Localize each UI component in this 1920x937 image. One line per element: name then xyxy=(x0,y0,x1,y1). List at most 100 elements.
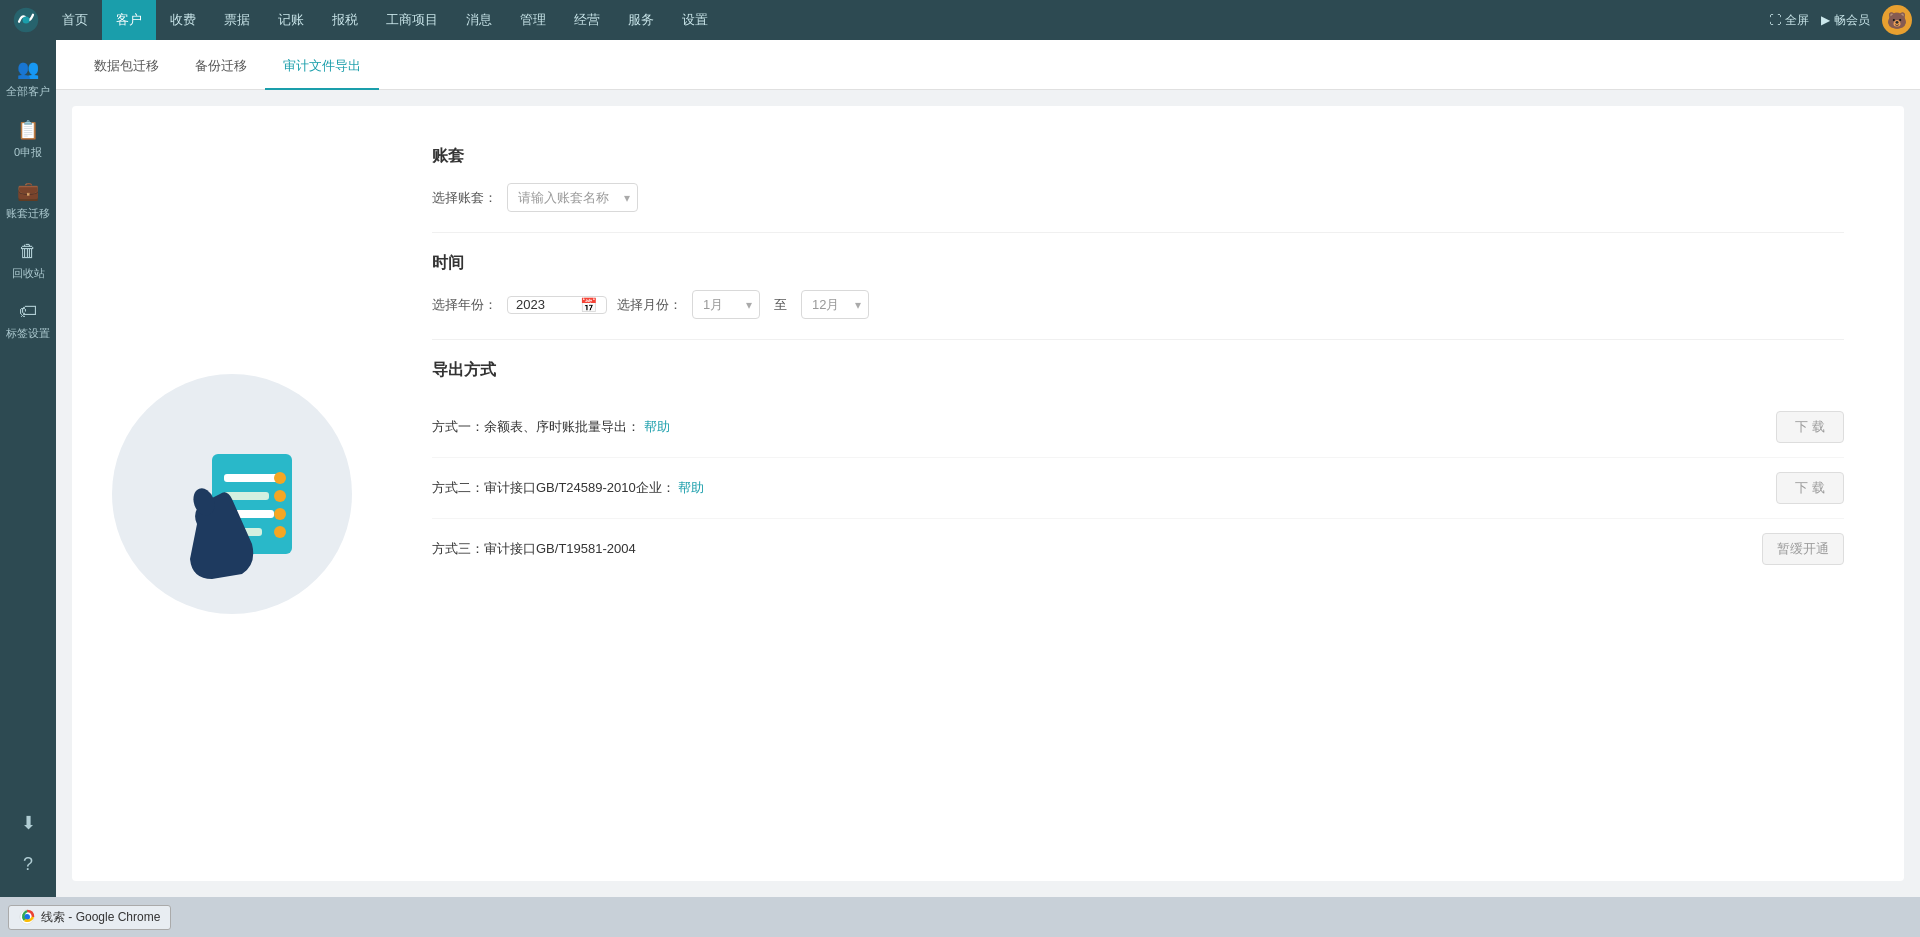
time-divider xyxy=(432,339,1844,340)
sidebar-item-tag-label: 标签设置 xyxy=(6,326,50,341)
download-icon: ⬇ xyxy=(21,812,36,834)
vip-icon: ▶ xyxy=(1821,13,1830,27)
illustration-area xyxy=(72,106,392,881)
sidebar-item-migration[interactable]: 💼 账套迁移 xyxy=(0,170,56,231)
tab-data-migration[interactable]: 数据包迁移 xyxy=(76,44,177,90)
nav-settings[interactable]: 设置 xyxy=(668,0,722,40)
svg-point-8 xyxy=(274,490,286,502)
fullscreen-button[interactable]: ⛶ 全屏 xyxy=(1769,12,1809,29)
vip-button[interactable]: ▶ 畅会员 xyxy=(1821,12,1870,29)
account-section-title: 账套 xyxy=(432,146,1844,167)
top-nav-right: ⛶ 全屏 ▶ 畅会员 🐻 xyxy=(1769,5,1912,35)
account-select-wrapper: 请输入账套名称 xyxy=(507,183,638,212)
nav-service[interactable]: 服务 xyxy=(614,0,668,40)
method1-help-link[interactable]: 帮助 xyxy=(644,419,670,434)
nav-client[interactable]: 客户 xyxy=(102,0,156,40)
chrome-icon xyxy=(19,909,35,925)
nav-home[interactable]: 首页 xyxy=(48,0,102,40)
sidebar: 👥 全部客户 📋 0申报 💼 账套迁移 🗑 回收站 🏷 标签设置 ⬇ ? xyxy=(0,40,56,897)
method2-text-group: 方式二：审计接口GB/T24589-2010企业： 帮助 xyxy=(432,479,704,497)
year-input-wrapper: 📅 xyxy=(507,296,607,314)
tab-audit-export[interactable]: 审计文件导出 xyxy=(265,44,379,90)
calendar-icon: 📅 xyxy=(580,297,597,313)
method3-text: 方式三：审计接口GB/T19581-2004 xyxy=(432,541,636,556)
sidebar-item-all-clients[interactable]: 👥 全部客户 xyxy=(0,48,56,109)
time-form-row: 选择年份： 📅 选择月份： 1月 2月 3月 4月 xyxy=(432,290,1844,319)
migration-icon: 💼 xyxy=(17,180,39,202)
time-section: 时间 选择年份： 📅 选择月份： 1月 2月 3月 xyxy=(432,253,1844,319)
sidebar-item-declaration[interactable]: 📋 0申报 xyxy=(0,109,56,170)
export-method-3: 方式三：审计接口GB/T19581-2004 暂缓开通 xyxy=(432,519,1844,579)
taskbar-chrome-item[interactable]: 线索 - Google Chrome xyxy=(8,905,171,930)
top-nav-items: 首页 客户 收费 票据 记账 报税 工商项目 消息 管理 经营 服务 设置 xyxy=(48,0,1769,40)
year-input[interactable] xyxy=(516,297,576,312)
svg-point-7 xyxy=(274,472,286,484)
method3-vip-button[interactable]: 暂缓开通 xyxy=(1762,533,1844,565)
nav-tax[interactable]: 报税 xyxy=(318,0,372,40)
end-month-select-wrapper: 1月 2月 3月 4月 5月 6月 7月 8月 9月 10月 11月 xyxy=(801,290,869,319)
method2-help-link[interactable]: 帮助 xyxy=(678,480,704,495)
nav-manage[interactable]: 管理 xyxy=(506,0,560,40)
account-divider xyxy=(432,232,1844,233)
start-month-select-wrapper: 1月 2月 3月 4月 5月 6月 7月 8月 9月 10月 11月 xyxy=(692,290,760,319)
to-text: 至 xyxy=(770,296,791,314)
export-method-2: 方式二：审计接口GB/T24589-2010企业： 帮助 下 载 xyxy=(432,458,1844,519)
sidebar-item-declaration-label: 0申报 xyxy=(14,145,42,160)
svg-point-9 xyxy=(274,508,286,520)
svg-rect-3 xyxy=(224,474,279,482)
method3-text-group: 方式三：审计接口GB/T19581-2004 xyxy=(432,540,636,558)
sidebar-bottom: ⬇ ? xyxy=(0,802,56,897)
year-label: 选择年份： xyxy=(432,296,497,314)
all-clients-icon: 👥 xyxy=(17,58,39,80)
sidebar-item-migration-label: 账套迁移 xyxy=(6,206,50,221)
export-section-title: 导出方式 xyxy=(432,360,1844,381)
nav-billing[interactable]: 收费 xyxy=(156,0,210,40)
taskbar: 线索 - Google Chrome xyxy=(0,897,1920,937)
sidebar-item-tag[interactable]: 🏷 标签设置 xyxy=(0,291,56,351)
method1-text-group: 方式一：余额表、序时账批量导出： 帮助 xyxy=(432,418,670,436)
export-section: 导出方式 方式一：余额表、序时账批量导出： 帮助 下 载 方式二：审计接口GB/… xyxy=(432,360,1844,579)
main-wrapper: 👥 全部客户 📋 0申报 💼 账套迁移 🗑 回收站 🏷 标签设置 ⬇ ? xyxy=(0,40,1920,897)
tag-icon: 🏷 xyxy=(19,301,37,322)
declaration-icon: 📋 xyxy=(17,119,39,141)
sidebar-item-recycle-label: 回收站 xyxy=(12,266,45,281)
sidebar-item-recycle[interactable]: 🗑 回收站 xyxy=(0,231,56,291)
method1-download-button[interactable]: 下 载 xyxy=(1776,411,1844,443)
account-select-label: 选择账套： xyxy=(432,189,497,207)
time-section-title: 时间 xyxy=(432,253,1844,274)
fullscreen-icon: ⛶ xyxy=(1769,13,1781,27)
tab-bar: 数据包迁移 备份迁移 审计文件导出 xyxy=(56,40,1920,90)
nav-bookkeeping[interactable]: 记账 xyxy=(264,0,318,40)
tab-backup-migration[interactable]: 备份迁移 xyxy=(177,44,265,90)
illustration-circle xyxy=(112,374,352,614)
method2-text: 方式二：审计接口GB/T24589-2010企业： xyxy=(432,480,675,495)
sidebar-help-button[interactable]: ? xyxy=(0,844,56,885)
top-nav: 首页 客户 收费 票据 记账 报税 工商项目 消息 管理 经营 服务 设置 ⛶ … xyxy=(0,0,1920,40)
nav-operation[interactable]: 经营 xyxy=(560,0,614,40)
page-content: 账套 选择账套： 请输入账套名称 时间 选择年 xyxy=(72,106,1904,881)
content-area: 数据包迁移 备份迁移 审计文件导出 xyxy=(56,40,1920,897)
account-select[interactable]: 请输入账套名称 xyxy=(507,183,638,212)
nav-message[interactable]: 消息 xyxy=(452,0,506,40)
logo[interactable] xyxy=(8,2,44,38)
help-icon: ? xyxy=(23,854,33,875)
vip-label: 畅会员 xyxy=(1834,12,1870,29)
fullscreen-label: 全屏 xyxy=(1785,12,1809,29)
end-month-select[interactable]: 1月 2月 3月 4月 5月 6月 7月 8月 9月 10月 11月 xyxy=(801,290,869,319)
recycle-icon: 🗑 xyxy=(19,241,37,262)
export-method-1: 方式一：余额表、序时账批量导出： 帮助 下 载 xyxy=(432,397,1844,458)
nav-business[interactable]: 工商项目 xyxy=(372,0,452,40)
form-area: 账套 选择账套： 请输入账套名称 时间 选择年 xyxy=(392,106,1904,881)
svg-point-10 xyxy=(274,526,286,538)
sidebar-download-button[interactable]: ⬇ xyxy=(0,802,56,844)
method2-download-button[interactable]: 下 载 xyxy=(1776,472,1844,504)
illustration-svg xyxy=(142,404,322,584)
account-section: 账套 选择账套： 请输入账套名称 xyxy=(432,146,1844,212)
account-form-row: 选择账套： 请输入账套名称 xyxy=(432,183,1844,212)
nav-invoice[interactable]: 票据 xyxy=(210,0,264,40)
month-label: 选择月份： xyxy=(617,296,682,314)
method1-text: 方式一：余额表、序时账批量导出： xyxy=(432,419,640,434)
taskbar-chrome-label: 线索 - Google Chrome xyxy=(41,909,160,926)
start-month-select[interactable]: 1月 2月 3月 4月 5月 6月 7月 8月 9月 10月 11月 xyxy=(692,290,760,319)
avatar[interactable]: 🐻 xyxy=(1882,5,1912,35)
